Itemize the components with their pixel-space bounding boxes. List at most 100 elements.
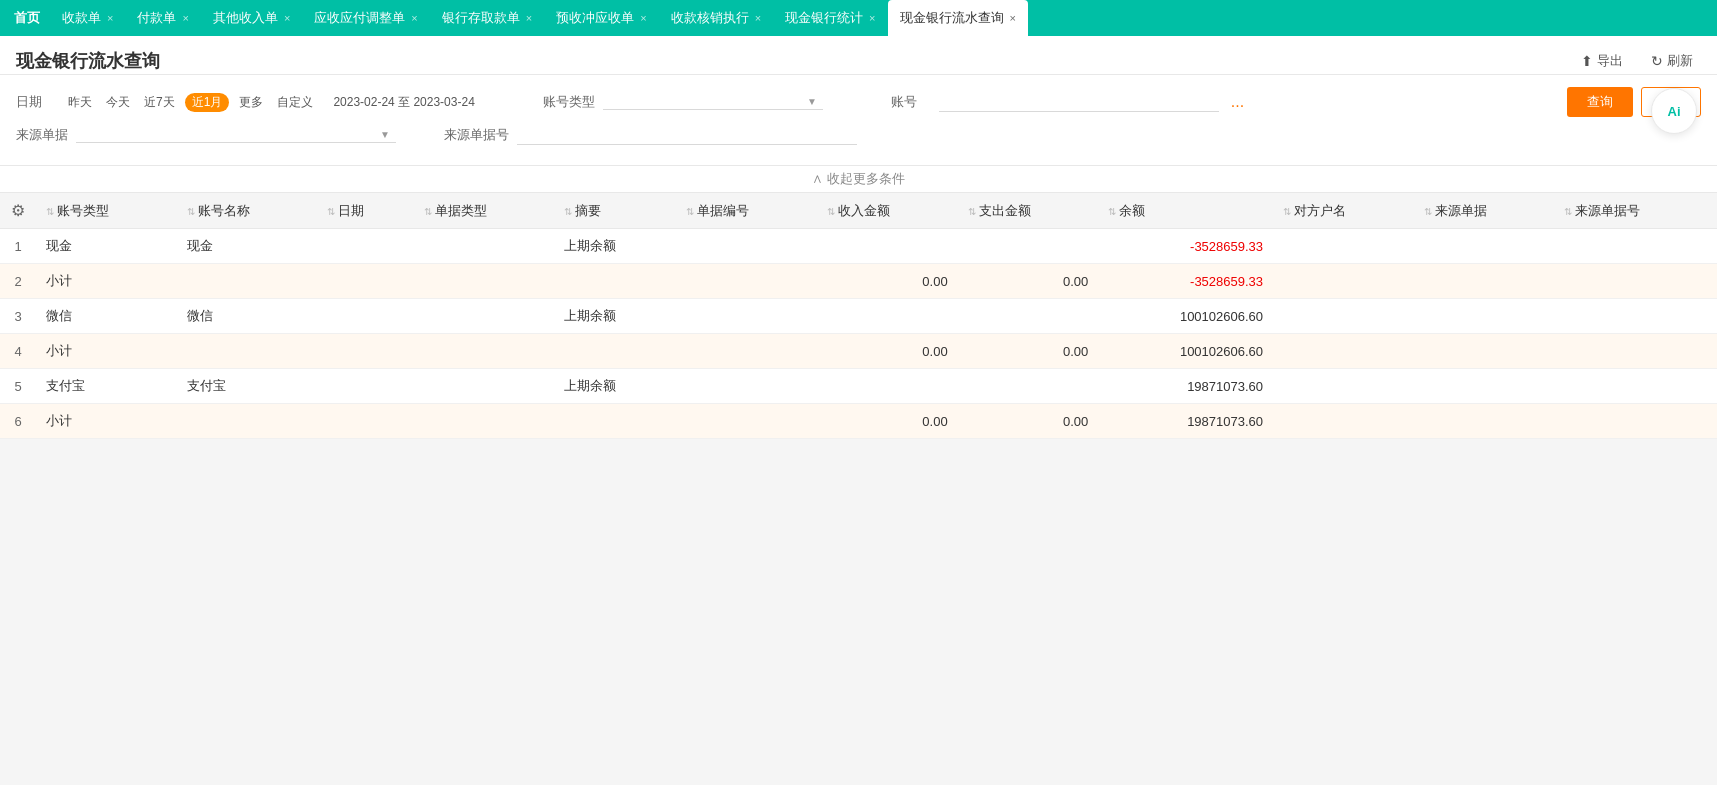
date-shortcut-1[interactable]: 今天 [102, 93, 134, 112]
table-body: 1现金现金上期余额-3528659.332小计0.000.00-3528659.… [0, 229, 1717, 439]
nav-tab-其他收入单[interactable]: 其他收入单× [201, 0, 302, 36]
account-name-cell: 微信 [177, 299, 318, 334]
date-label: 日期 [16, 93, 56, 111]
top-navigation: 首页 收款单×付款单×其他收入单×应收应付调整单×银行存取款单×预收冲应收单×收… [0, 0, 1717, 36]
table-settings-icon[interactable]: ⚙ [11, 202, 25, 219]
counterpart-cell [1273, 299, 1414, 334]
nav-tab-label: 付款单 [137, 0, 176, 36]
header-actions: ⬆ 导出 ↻ 刷新 [1573, 48, 1701, 74]
doc-type-cell [414, 299, 555, 334]
nav-tab-label: 应收应付调整单 [314, 0, 405, 36]
account-name-cell [177, 264, 318, 299]
col-header-source_doc_no[interactable]: ⇅来源单据号 [1554, 193, 1717, 229]
nav-tab-收款核销执行[interactable]: 收款核销执行× [659, 0, 773, 36]
query-button[interactable]: 查询 [1567, 87, 1633, 117]
source-doc-no-cell [1554, 229, 1717, 264]
col-label: 对方户名 [1294, 203, 1346, 218]
col-label: 日期 [338, 203, 364, 218]
col-label: 余额 [1119, 203, 1145, 218]
col-header-account_name[interactable]: ⇅账号名称 [177, 193, 318, 229]
account-input[interactable] [939, 92, 1219, 112]
export-button[interactable]: ⬆ 导出 [1573, 48, 1631, 74]
export-icon: ⬆ [1581, 53, 1593, 69]
expense-cell: 0.00 [958, 334, 1099, 369]
col-label: 摘要 [575, 203, 601, 218]
nav-tab-label: 现金银行流水查询 [900, 0, 1004, 36]
refresh-button[interactable]: ↻ 刷新 [1643, 48, 1701, 74]
account-type-cell: 微信 [36, 299, 177, 334]
nav-tab-close-icon[interactable]: × [640, 0, 646, 36]
counterpart-cell [1273, 229, 1414, 264]
source-doc-cell [1414, 264, 1555, 299]
sort-icon: ⇅ [827, 206, 835, 217]
balance-cell: 100102606.60 [1098, 299, 1273, 334]
col-header-doc_type[interactable]: ⇅单据类型 [414, 193, 555, 229]
ai-label: Ai [1667, 104, 1680, 119]
nav-tab-付款单[interactable]: 付款单× [125, 0, 200, 36]
nav-tab-close-icon[interactable]: × [284, 0, 290, 36]
table-row: 6小计0.000.0019871073.60 [0, 404, 1717, 439]
nav-tab-close-icon[interactable]: × [411, 0, 417, 36]
col-header-doc_no[interactable]: ⇅单据编号 [676, 193, 817, 229]
filter-area: 日期 昨天今天近7天近1月更多自定义 2023-02-24 至 2023-03-… [0, 75, 1717, 166]
data-table-wrapper: ⚙⇅账号类型⇅账号名称⇅日期⇅单据类型⇅摘要⇅单据编号⇅收入金额⇅支出金额⇅余额… [0, 193, 1717, 439]
nav-tab-close-icon[interactable]: × [1010, 0, 1016, 36]
summary-cell [554, 264, 676, 299]
filter-row-2: 来源单据 ▼ 来源单据号 [16, 125, 1701, 145]
collapse-bar[interactable]: ∧ 收起更多条件 [0, 166, 1717, 193]
col-header-balance[interactable]: ⇅余额 [1098, 193, 1273, 229]
col-header-expense[interactable]: ⇅支出金额 [958, 193, 1099, 229]
col-header-summary[interactable]: ⇅摘要 [554, 193, 676, 229]
income-cell: 0.00 [817, 334, 958, 369]
account-type-cell: 小计 [36, 404, 177, 439]
sort-icon: ⇅ [564, 206, 572, 217]
source-doc-select[interactable]: ▼ [76, 127, 396, 143]
income-cell [817, 299, 958, 334]
nav-tab-现金银行流水查询[interactable]: 现金银行流水查询× [888, 0, 1028, 36]
nav-tab-close-icon[interactable]: × [107, 0, 113, 36]
date-shortcut-0[interactable]: 昨天 [64, 93, 96, 112]
account-type-cell: 小计 [36, 264, 177, 299]
income-cell: 0.00 [817, 404, 958, 439]
col-header-income[interactable]: ⇅收入金额 [817, 193, 958, 229]
ai-assistant-button[interactable]: Ai [1651, 88, 1697, 134]
nav-tab-close-icon[interactable]: × [526, 0, 532, 36]
source-doc-no-input[interactable] [517, 125, 857, 145]
nav-home-label: 首页 [14, 0, 40, 36]
date-shortcut-3[interactable]: 近1月 [185, 93, 230, 112]
nav-tab-收款单[interactable]: 收款单× [50, 0, 125, 36]
nav-tab-close-icon[interactable]: × [182, 0, 188, 36]
account-dots-button[interactable]: ... [1227, 91, 1248, 113]
income-cell [817, 229, 958, 264]
nav-tab-close-icon[interactable]: × [755, 0, 761, 36]
sort-icon: ⇅ [1564, 206, 1572, 217]
col-label: 来源单据号 [1575, 203, 1640, 218]
nav-tab-银行存取款单[interactable]: 银行存取款单× [430, 0, 544, 36]
nav-tab-现金银行统计[interactable]: 现金银行统计× [773, 0, 887, 36]
date-shortcut-5[interactable]: 自定义 [273, 93, 317, 112]
date-cell [317, 264, 414, 299]
account-label: 账号 [891, 93, 931, 111]
sort-icon: ⇅ [1424, 206, 1432, 217]
date-shortcut-2[interactable]: 近7天 [140, 93, 179, 112]
nav-home[interactable]: 首页 [4, 0, 50, 36]
col-header-date[interactable]: ⇅日期 [317, 193, 414, 229]
source-doc-no-cell [1554, 299, 1717, 334]
account-type-cell: 支付宝 [36, 369, 177, 404]
account-type-select[interactable]: ▼ [603, 94, 823, 110]
page-header: 现金银行流水查询 ⬆ 导出 ↻ 刷新 [0, 36, 1717, 75]
nav-tab-预收冲应收单[interactable]: 预收冲应收单× [544, 0, 658, 36]
col-header-source_doc[interactable]: ⇅来源单据 [1414, 193, 1555, 229]
col-header-account_type[interactable]: ⇅账号类型 [36, 193, 177, 229]
doc-type-cell [414, 229, 555, 264]
col-header-counterpart[interactable]: ⇅对方户名 [1273, 193, 1414, 229]
nav-tab-应收应付调整单[interactable]: 应收应付调整单× [302, 0, 429, 36]
source-doc-no-cell [1554, 369, 1717, 404]
date-shortcut-4[interactable]: 更多 [235, 93, 267, 112]
sort-icon: ⇅ [1283, 206, 1291, 217]
counterpart-cell [1273, 264, 1414, 299]
source-doc-cell [1414, 229, 1555, 264]
data-table: ⚙⇅账号类型⇅账号名称⇅日期⇅单据类型⇅摘要⇅单据编号⇅收入金额⇅支出金额⇅余额… [0, 193, 1717, 439]
nav-tab-close-icon[interactable]: × [869, 0, 875, 36]
sort-icon: ⇅ [424, 206, 432, 217]
